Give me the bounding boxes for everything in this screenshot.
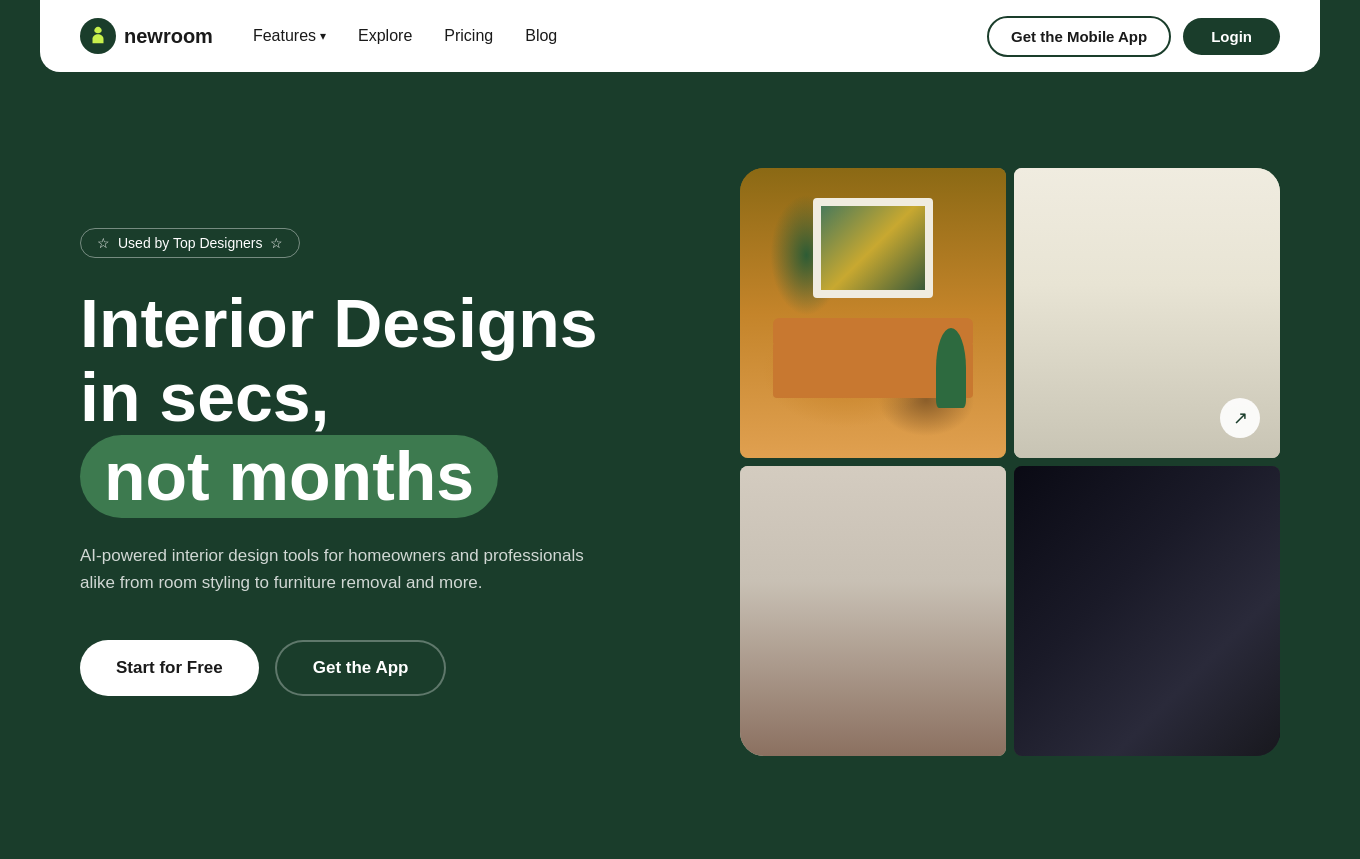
svg-point-11 <box>1100 560 1105 565</box>
get-app-button[interactable]: Get the App <box>275 640 447 696</box>
nav-link-pricing[interactable]: Pricing <box>444 27 493 44</box>
svg-line-2 <box>1032 553 1067 695</box>
svg-rect-10 <box>1174 660 1245 695</box>
nav-link-explore[interactable]: Explore <box>358 27 412 44</box>
hero-title: Interior Designs in secs, not months <box>80 286 680 518</box>
star-icon-right: ☆ <box>270 235 283 251</box>
nav-links: Features ▾ Explore Pricing Blog <box>253 27 557 45</box>
hero-title-line2-plain: in secs, <box>80 359 330 435</box>
svg-rect-19 <box>1200 624 1253 677</box>
logo-link[interactable]: newroom <box>80 18 213 54</box>
mobile-app-button[interactable]: Get the Mobile App <box>987 16 1171 57</box>
svg-line-5 <box>1103 553 1112 695</box>
hero-content: ☆ Used by Top Designers ☆ Interior Desig… <box>80 228 680 697</box>
hero-title-line1: Interior Designs <box>80 285 598 361</box>
sketch-svg <box>1014 466 1280 756</box>
hero-section: ☆ Used by Top Designers ☆ Interior Desig… <box>0 72 1360 832</box>
start-for-free-button[interactable]: Start for Free <box>80 640 259 696</box>
chevron-down-icon: ▾ <box>320 29 326 43</box>
nav-left: newroom Features ▾ Explore Pricing <box>80 18 557 54</box>
star-icon-left: ☆ <box>97 235 110 251</box>
nav-right: Get the Mobile App Login <box>987 16 1280 57</box>
svg-rect-0 <box>1014 482 1280 739</box>
login-button[interactable]: Login <box>1183 18 1280 55</box>
logo-text: newroom <box>124 25 213 48</box>
nav-item-blog[interactable]: Blog <box>525 27 557 45</box>
hero-title-highlight: not months <box>80 435 498 518</box>
svg-rect-18 <box>1191 615 1262 686</box>
room-image-1 <box>740 168 1006 458</box>
hero-image-grid: ↗ <box>740 168 1280 756</box>
arrow-icon: ↗ <box>1220 398 1260 438</box>
svg-rect-9 <box>1049 660 1120 695</box>
svg-line-3 <box>1227 553 1262 695</box>
room-image-4 <box>1014 466 1280 756</box>
logo-svg <box>87 25 109 47</box>
nav-item-explore[interactable]: Explore <box>358 27 412 45</box>
plant-decoration <box>936 328 966 408</box>
artwork-decoration <box>813 198 933 298</box>
logo-icon <box>80 18 116 54</box>
nav-link-blog[interactable]: Blog <box>525 27 557 44</box>
hero-buttons: Start for Free Get the App <box>80 640 680 696</box>
nav-item-features[interactable]: Features ▾ <box>253 27 326 45</box>
hero-description: AI-powered interior design tools for hom… <box>80 542 600 596</box>
svg-point-12 <box>1189 560 1194 565</box>
nav-item-pricing[interactable]: Pricing <box>444 27 493 45</box>
svg-line-6 <box>1182 553 1191 695</box>
room-image-2: ↗ <box>1014 168 1280 458</box>
used-by-badge: ☆ Used by Top Designers ☆ <box>80 228 300 258</box>
nav-link-features[interactable]: Features ▾ <box>253 27 326 45</box>
navbar: newroom Features ▾ Explore Pricing <box>40 0 1320 72</box>
room-image-3 <box>740 466 1006 756</box>
